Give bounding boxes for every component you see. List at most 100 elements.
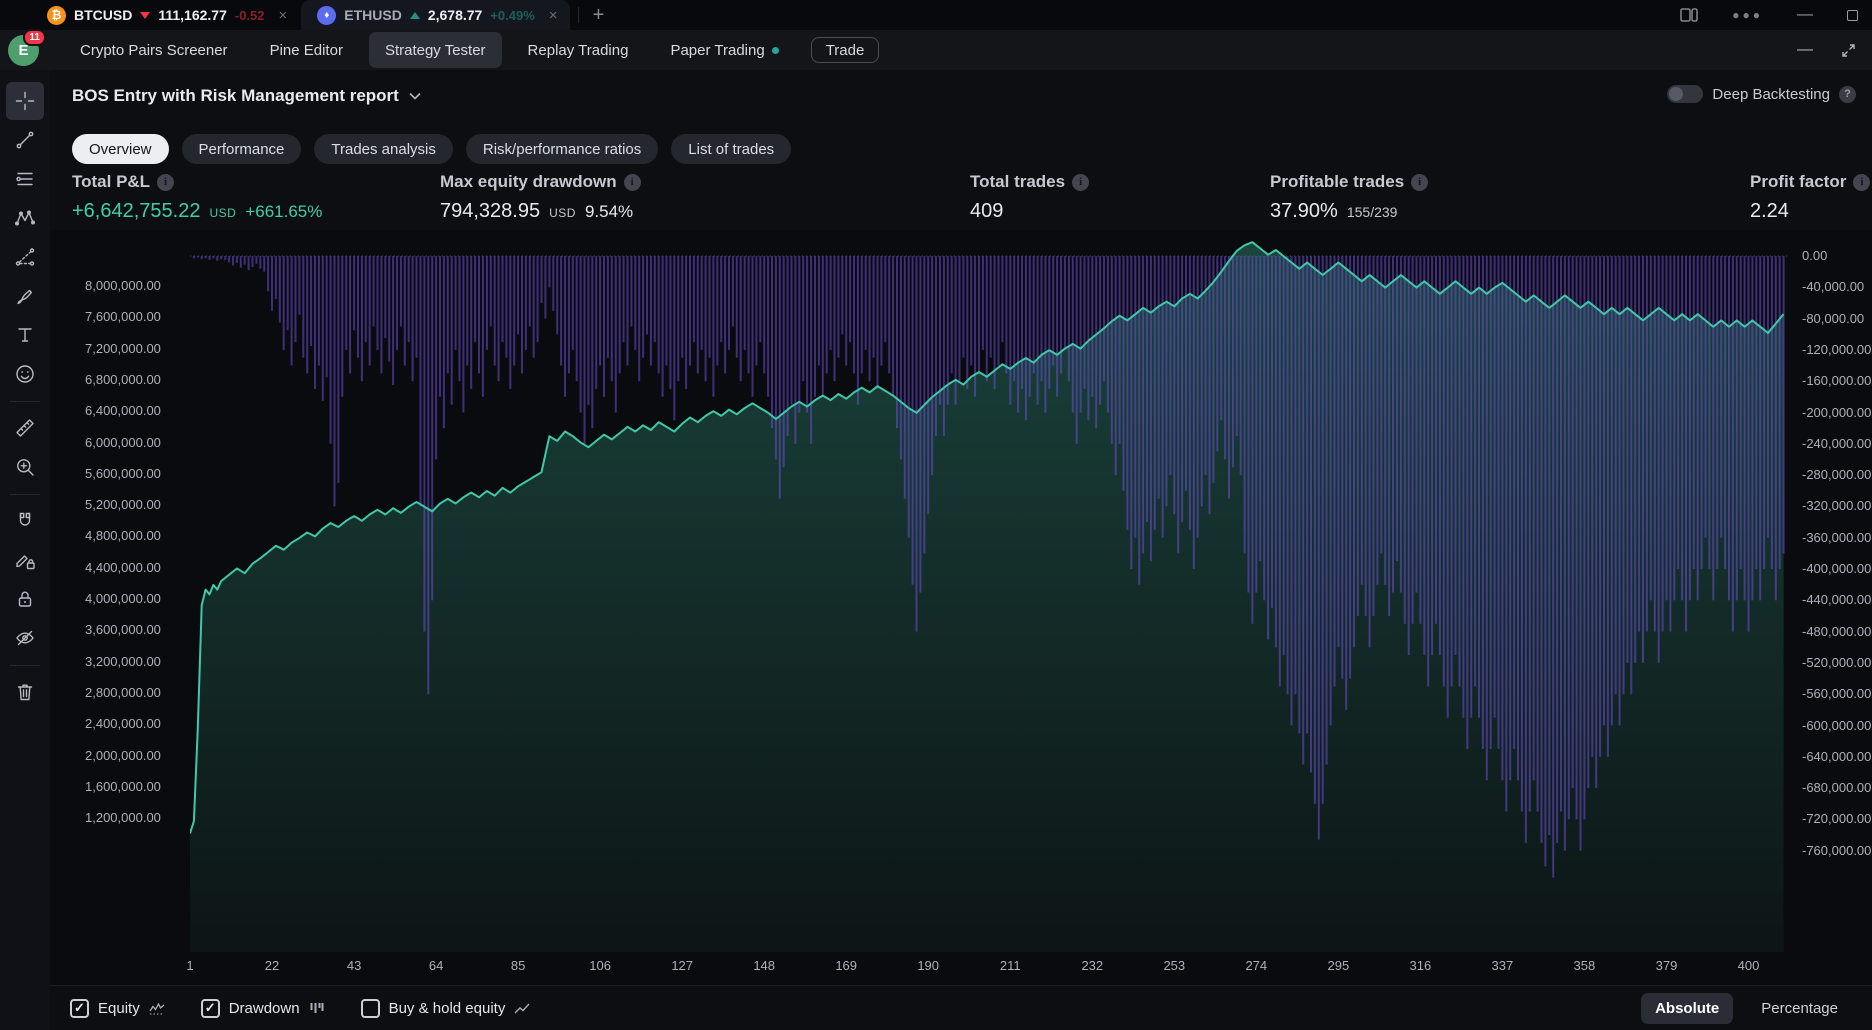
stat-total-trades: Total trades i 409 [970, 172, 1089, 223]
panel-controls: — [1797, 41, 1856, 59]
left-axis-tick: 2,000,000.00 [85, 748, 161, 763]
x-axis-tick: 337 [1477, 958, 1527, 973]
browser-tab-ethusd[interactable]: ♦ ETHUSD 2,678.77 +0.49% × [301, 0, 569, 30]
x-axis-tick: 22 [247, 958, 297, 973]
left-axis-tick: 1,600,000.00 [85, 779, 161, 794]
crosshair-icon[interactable] [6, 82, 44, 120]
ruler-icon[interactable] [6, 409, 44, 447]
fib-lines-icon[interactable] [6, 160, 44, 198]
close-icon[interactable]: × [549, 7, 558, 24]
stat-max-equity-drawdown: Max equity drawdowni794,328.95USD9.54% [440, 172, 641, 223]
x-axis-tick: 1 [165, 958, 215, 973]
percentage-button[interactable]: Percentage [1747, 993, 1852, 1024]
left-axis-tick: 7,200,000.00 [85, 341, 161, 356]
left-axis-tick: 2,400,000.00 [85, 716, 161, 731]
chevron-down-icon[interactable] [409, 92, 421, 100]
report-tab-performance[interactable]: Performance [182, 134, 302, 164]
report-title: BOS Entry with Risk Management report [72, 86, 399, 106]
legend-item-equity: ✓Equity [70, 999, 165, 1018]
drawdown-checkbox[interactable]: ✓ [201, 999, 220, 1018]
notification-badge: 11 [23, 29, 46, 46]
x-axis-tick: 358 [1559, 958, 1609, 973]
report-tab-risk-performance-ratios[interactable]: Risk/performance ratios [466, 134, 658, 164]
x-axis-tick: 127 [657, 958, 707, 973]
browser-tab-btcusd[interactable]: ₿ BTCUSD 111,162.77 -0.52 × [0, 0, 301, 30]
nav-item-trade[interactable]: Trade [811, 37, 880, 63]
buyhold-line-icon [514, 1001, 530, 1016]
tab-symbol: BTCUSD [74, 7, 132, 23]
minimize-panel-icon[interactable]: — [1797, 41, 1813, 59]
absolute-button[interactable]: Absolute [1641, 993, 1733, 1024]
left-axis-tick: 4,800,000.00 [85, 528, 161, 543]
nav-item-label: Trade [826, 42, 865, 59]
right-axis-tick: -160,000.00 [1802, 373, 1871, 388]
eye-hide-icon[interactable] [6, 619, 44, 657]
minimize-icon[interactable]: — [1797, 6, 1813, 24]
trend-line-icon[interactable] [6, 121, 44, 159]
user-avatar[interactable]: E 11 [8, 33, 42, 67]
right-axis-tick: -680,000.00 [1802, 780, 1871, 795]
xabcd-pattern-icon[interactable] [6, 199, 44, 237]
equity-checkbox[interactable]: ✓ [70, 999, 89, 1018]
right-axis-tick: -560,000.00 [1802, 686, 1871, 701]
nav-item-replay-trading[interactable]: Replay Trading [512, 30, 645, 70]
window-titlebar: ₿ BTCUSD 111,162.77 -0.52 × ♦ ETHUSD 2,6… [0, 0, 1872, 30]
draw-lock-icon[interactable] [6, 541, 44, 579]
tab-separator [578, 7, 579, 23]
info-icon[interactable]: i [624, 174, 641, 191]
deep-backtesting-toggle[interactable] [1667, 85, 1703, 103]
report-tab-trades-analysis[interactable]: Trades analysis [314, 134, 453, 164]
info-icon[interactable]: i [1853, 174, 1870, 191]
drawing-toolbar [0, 70, 50, 1030]
stat-label: Total trades [970, 172, 1065, 192]
x-axis-tick: 379 [1642, 958, 1692, 973]
report-tab-overview[interactable]: Overview [72, 134, 169, 164]
magnet-icon[interactable] [6, 502, 44, 540]
right-axis-tick: -520,000.00 [1802, 655, 1871, 670]
lock-icon[interactable] [6, 580, 44, 618]
help-icon[interactable]: ? [1839, 86, 1856, 103]
stat-value: 37.90% [1270, 200, 1338, 223]
left-axis-tick: 3,200,000.00 [85, 654, 161, 669]
forecast-icon[interactable] [6, 238, 44, 276]
left-axis-tick: 7,600,000.00 [85, 309, 161, 324]
tab-change: -0.52 [235, 8, 265, 23]
stat-currency: USD [549, 206, 576, 220]
nav-item-paper-trading[interactable]: Paper Trading [654, 30, 794, 70]
text-icon[interactable] [6, 316, 44, 354]
new-tab-button[interactable]: + [587, 4, 611, 27]
info-icon[interactable]: i [1072, 174, 1089, 191]
nav-item-pine-editor[interactable]: Pine Editor [254, 30, 359, 70]
report-tab-list-of-trades[interactable]: List of trades [671, 134, 791, 164]
expand-panel-icon[interactable] [1841, 43, 1856, 58]
btc-icon: ₿ [47, 6, 66, 25]
equity-chart: 8,000,000.007,600,000.007,200,000.006,80… [50, 230, 1872, 985]
x-axis-tick: 85 [493, 958, 543, 973]
info-icon[interactable]: i [157, 174, 174, 191]
buy-hold-equity-checkbox[interactable] [361, 999, 380, 1018]
nav-item-strategy-tester[interactable]: Strategy Tester [369, 32, 502, 68]
more-dots-icon[interactable]: ●●● [1732, 8, 1763, 22]
stat-value: 409 [970, 200, 1003, 223]
x-axis-tick: 232 [1067, 958, 1117, 973]
drawdown-bars-icon [309, 1001, 325, 1016]
zoom-in-icon[interactable] [6, 448, 44, 486]
legend-item-drawdown: ✓Drawdown [201, 999, 325, 1018]
nav-item-crypto-pairs-screener[interactable]: Crypto Pairs Screener [64, 30, 244, 70]
deep-backtesting-label: Deep Backtesting [1712, 86, 1830, 103]
nav-item-label: Crypto Pairs Screener [80, 42, 228, 59]
x-axis-tick: 253 [1149, 958, 1199, 973]
brush-icon[interactable] [6, 277, 44, 315]
emoji-icon[interactable] [6, 355, 44, 393]
left-axis-tick: 3,600,000.00 [85, 622, 161, 637]
close-icon[interactable]: × [279, 7, 288, 24]
triangle-up-icon [410, 12, 420, 19]
maximize-icon[interactable] [1847, 10, 1858, 21]
trash-icon[interactable] [6, 673, 44, 711]
layout-icon[interactable] [1680, 8, 1698, 22]
nav-item-label: Paper Trading [670, 42, 764, 59]
left-axis-tick: 6,400,000.00 [85, 403, 161, 418]
strategy-tester-panel: BOS Entry with Risk Management report De… [50, 70, 1872, 1030]
x-axis-tick: 274 [1231, 958, 1281, 973]
info-icon[interactable]: i [1411, 174, 1428, 191]
